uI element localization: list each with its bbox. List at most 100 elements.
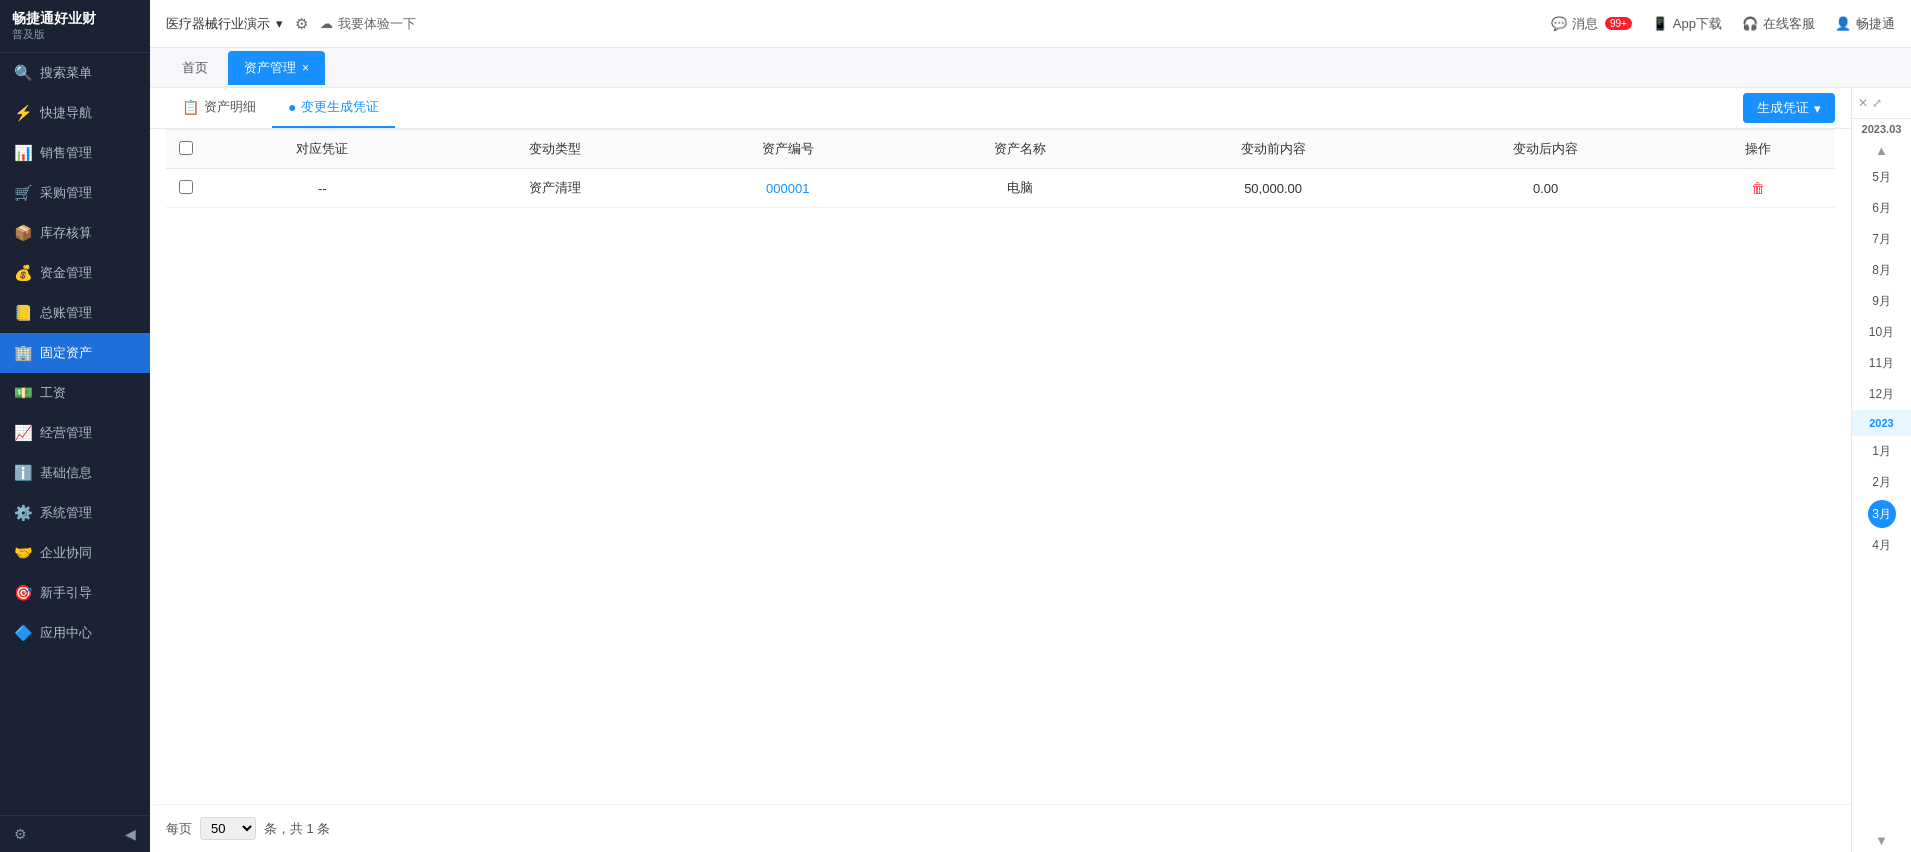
trial-label: 我要体验一下	[338, 15, 416, 33]
topbar: 医疗器械行业演示 ▾ ⚙ ☁ 我要体验一下 💬 消息 99+ 📱 App下载 🎧…	[150, 0, 1911, 48]
sidebar-item-search[interactable]: 🔍 搜索菜单	[0, 53, 150, 93]
tab-close-icon[interactable]: ×	[302, 61, 309, 75]
rp-month-item[interactable]: 9月	[1852, 286, 1911, 317]
col-before-content: 变动前内容	[1137, 130, 1410, 169]
trial-action[interactable]: ☁ 我要体验一下	[320, 15, 416, 33]
rp-month-item[interactable]: 10月	[1852, 317, 1911, 348]
generate-voucher-button[interactable]: 生成凭证 ▾	[1743, 93, 1835, 123]
rp-month-item[interactable]: 2023	[1852, 410, 1911, 436]
panel-scroll-up[interactable]: ▲	[1852, 139, 1911, 162]
subtab-toolbar: 生成凭证 ▾	[1743, 93, 1835, 123]
rp-month-item[interactable]: 8月	[1852, 255, 1911, 286]
rp-month-item[interactable]: 5月	[1852, 162, 1911, 193]
content-main: 📋 资产明细 ● 变更生成凭证 生成凭证 ▾	[150, 88, 1851, 852]
sidebar-item-cooperation[interactable]: 🤝 企业协同	[0, 533, 150, 573]
user-avatar-icon: 👤	[1835, 16, 1851, 31]
rp-month-item[interactable]: 12月	[1852, 379, 1911, 410]
table-body: -- 资产清理 000001 电脑 50,000.00 0.00 🗑	[166, 169, 1835, 208]
sidebar: 畅捷通好业财 普及版 🔍 搜索菜单 ⚡ 快捷导航 📊 销售管理 🛒 采购管理 📦…	[0, 0, 150, 852]
sidebar-item-app-center[interactable]: 🔷 应用中心	[0, 613, 150, 653]
delete-button[interactable]: 🗑	[1751, 180, 1765, 196]
sidebar-item-ledger[interactable]: 📒 总账管理	[0, 293, 150, 333]
company-selector[interactable]: 医疗器械行业演示 ▾	[166, 15, 283, 33]
cooperation-icon: 🤝	[14, 544, 32, 562]
topbar-right: 💬 消息 99+ 📱 App下载 🎧 在线客服 👤 畅捷通	[1551, 15, 1895, 33]
subtab-change-voucher[interactable]: ● 变更生成凭证	[272, 88, 395, 128]
rp-month-item[interactable]: 4月	[1852, 530, 1911, 561]
settings-icon[interactable]: ⚙	[14, 826, 27, 842]
sidebar-item-purchase[interactable]: 🛒 采购管理	[0, 173, 150, 213]
app-download-label: App下载	[1673, 15, 1722, 33]
per-page-select[interactable]: 102050100	[200, 817, 256, 840]
app-download-icon: 📱	[1652, 16, 1668, 31]
messages-label: 消息	[1572, 15, 1598, 33]
tab-asset-management[interactable]: 资产管理 ×	[228, 51, 325, 85]
panel-scroll-down[interactable]: ▼	[1852, 829, 1911, 852]
content-area: 📋 资产明细 ● 变更生成凭证 生成凭证 ▾	[150, 88, 1911, 852]
sidebar-item-fixed-assets[interactable]: 🏢 固定资产	[0, 333, 150, 373]
select-all-cell	[166, 130, 206, 169]
rp-month-item[interactable]: 6月	[1852, 193, 1911, 224]
messages-action[interactable]: 💬 消息 99+	[1551, 15, 1632, 33]
sidebar-item-finance[interactable]: 💰 资金管理	[0, 253, 150, 293]
row-checkbox-cell	[166, 169, 206, 208]
rp-month-item[interactable]: 1月	[1852, 436, 1911, 467]
sidebar-item-operations[interactable]: 📈 经营管理	[0, 413, 150, 453]
basic-info-icon: ℹ️	[14, 464, 32, 482]
sidebar-label-fixed-assets: 固定资产	[40, 344, 92, 362]
row-voucher: --	[206, 169, 439, 208]
sidebar-item-sales[interactable]: 📊 销售管理	[0, 133, 150, 173]
sidebar-logo: 畅捷通好业财 普及版	[0, 0, 150, 53]
app-edition: 普及版	[12, 27, 138, 42]
panel-title: 2023.03	[1852, 119, 1911, 139]
app-download-action[interactable]: 📱 App下载	[1652, 15, 1722, 33]
tab-home[interactable]: 首页	[166, 51, 224, 85]
row-asset-name: 电脑	[904, 169, 1137, 208]
pagination: 每页 102050100 条，共 1 条	[150, 804, 1851, 852]
table-header-row: 对应凭证 变动类型 资产编号 资产名称 变动前内容 变动后内容 操作	[166, 130, 1835, 169]
col-change-type: 变动类型	[439, 130, 672, 169]
col-action: 操作	[1682, 130, 1835, 169]
operations-icon: 📈	[14, 424, 32, 442]
subtab-asset-list[interactable]: 📋 资产明细	[166, 88, 272, 128]
company-name: 医疗器械行业演示	[166, 15, 270, 33]
rp-month-item[interactable]: 3月	[1868, 500, 1896, 528]
rp-month-item[interactable]: 7月	[1852, 224, 1911, 255]
row-checkbox[interactable]	[179, 180, 193, 194]
sidebar-label-ledger: 总账管理	[40, 304, 92, 322]
sidebar-item-quick-nav[interactable]: ⚡ 快捷导航	[0, 93, 150, 133]
collapse-icon[interactable]: ◀	[125, 826, 136, 842]
sidebar-item-system[interactable]: ⚙️ 系统管理	[0, 493, 150, 533]
sidebar-item-guide[interactable]: 🎯 新手引导	[0, 573, 150, 613]
asset-list-icon: 📋	[182, 99, 199, 115]
sidebar-label-payroll: 工资	[40, 384, 66, 402]
online-service-action[interactable]: 🎧 在线客服	[1742, 15, 1815, 33]
finance-icon: 💰	[14, 264, 32, 282]
sidebar-item-payroll[interactable]: 💵 工资	[0, 373, 150, 413]
sidebar-label-finance: 资金管理	[40, 264, 92, 282]
settings-gear-icon[interactable]: ⚙	[295, 15, 308, 33]
select-all-checkbox[interactable]	[179, 141, 193, 155]
app-center-icon: 🔷	[14, 624, 32, 642]
sidebar-label-purchase: 采购管理	[40, 184, 92, 202]
sidebar-menu: 🔍 搜索菜单 ⚡ 快捷导航 📊 销售管理 🛒 采购管理 📦 库存核算 💰 资金管…	[0, 53, 150, 815]
rp-month-item[interactable]: 2月	[1852, 467, 1911, 498]
table-header: 对应凭证 变动类型 资产编号 资产名称 变动前内容 变动后内容 操作	[166, 130, 1835, 169]
user-name: 畅捷通	[1856, 15, 1895, 33]
sidebar-label-search: 搜索菜单	[40, 64, 92, 82]
panel-header-icons: ✕ ⤢	[1858, 96, 1882, 110]
rp-month-item[interactable]: 11月	[1852, 348, 1911, 379]
user-action[interactable]: 👤 畅捷通	[1835, 15, 1895, 33]
sidebar-footer: ⚙ ◀	[0, 815, 150, 852]
trial-icon: ☁	[320, 16, 333, 31]
asset-table: 对应凭证 变动类型 资产编号 资产名称 变动前内容 变动后内容 操作 -- 资产…	[166, 129, 1835, 208]
panel-close-icon[interactable]: ✕	[1858, 96, 1868, 110]
panel-expand-icon[interactable]: ⤢	[1872, 96, 1882, 110]
total-label: 条，共 1 条	[264, 820, 330, 838]
sidebar-label-app-center: 应用中心	[40, 624, 92, 642]
guide-icon: 🎯	[14, 584, 32, 602]
panel-items: 5月6月7月8月9月10月11月12月20231月2月3月4月	[1852, 162, 1911, 829]
sidebar-item-basic-info[interactable]: ℹ️ 基础信息	[0, 453, 150, 493]
sidebar-item-inventory[interactable]: 📦 库存核算	[0, 213, 150, 253]
generate-dropdown-icon: ▾	[1814, 101, 1821, 116]
